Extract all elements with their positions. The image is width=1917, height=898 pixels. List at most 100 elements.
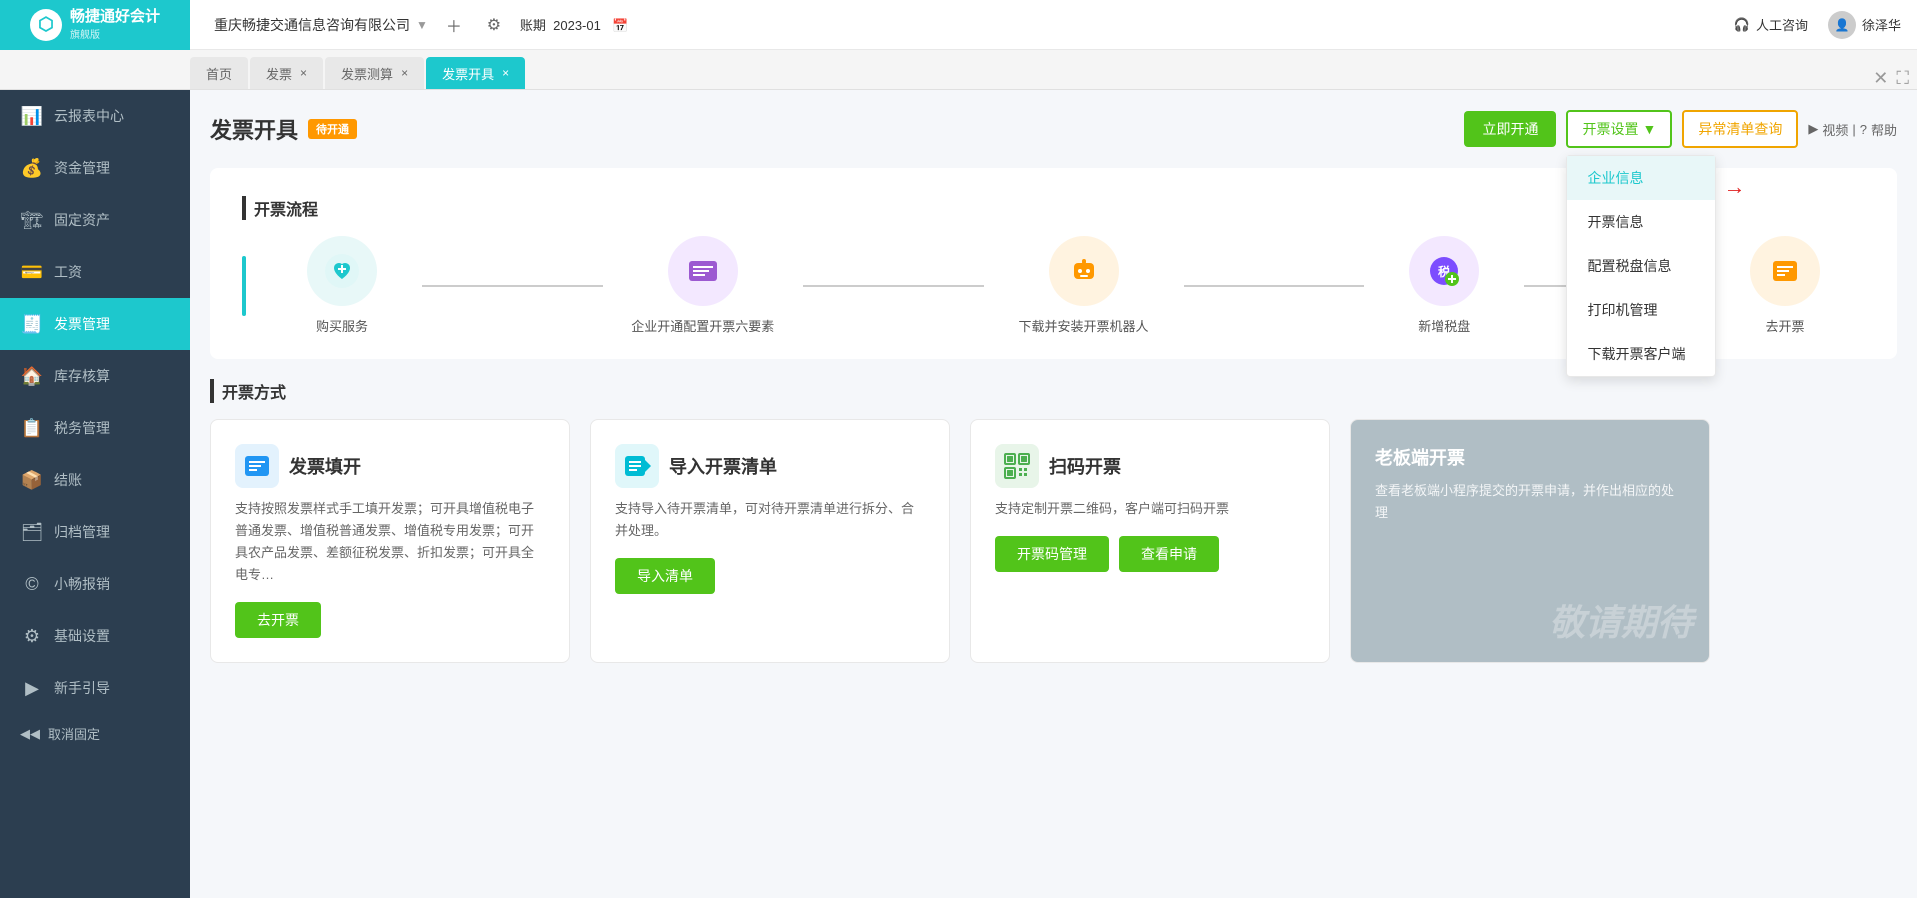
sidebar-item-invoice-mgmt[interactable]: 🧾 发票管理	[0, 298, 190, 350]
salary-icon: 💳	[20, 262, 44, 283]
inventory-icon: 🏠	[20, 366, 44, 387]
sidebar-item-reports[interactable]: 📊 云报表中心	[0, 90, 190, 142]
sidebar-item-settings[interactable]: ⚙ 基础设置	[0, 610, 190, 662]
user-area[interactable]: 👤 徐泽华	[1828, 11, 1901, 39]
sidebar-item-salary-label: 工资	[54, 262, 82, 282]
add-button[interactable]: ＋	[440, 11, 468, 39]
coming-soon-text: 敬请期待	[1549, 594, 1693, 646]
dropdown-item-company-info-label: 企业信息	[1587, 170, 1643, 186]
content-area: 发票开具 待开通 立即开通 开票设置 ▼ 企业信息 →	[190, 90, 1917, 898]
step-download: 下载并安装开票机器人	[984, 236, 1184, 335]
sidebar-bottom-unpin[interactable]: ◀◀ 取消固定	[0, 714, 190, 753]
avatar: 👤	[1828, 11, 1856, 39]
sidebar-item-inventory[interactable]: 🏠 库存核算	[0, 350, 190, 402]
video-help[interactable]: ▶ 视频 | ? 帮助	[1808, 120, 1897, 139]
settings-dropdown-menu: 企业信息 → 开票信息 配置税盘信息 打印机管理 下	[1566, 155, 1716, 377]
step-buy-service: 购买服务	[262, 236, 422, 335]
calendar-icon[interactable]: 📅	[612, 18, 628, 33]
ai-consult-button[interactable]: 🎧 人工咨询	[1734, 15, 1808, 34]
sidebar-item-funds[interactable]: 💰 资金管理	[0, 142, 190, 194]
step-left-bar	[242, 256, 246, 316]
company-name: 重庆畅捷交通信息咨询有限公司	[214, 15, 410, 35]
billing-card-boss: 老板端开票 查看老板端小程序提交的开票申请，并作出相应的处理 敬请期待	[1350, 419, 1710, 663]
billing-card-qr: 扫码开票 支持定制开票二维码，客户端可扫码开票 开票码管理 查看申请	[970, 419, 1330, 663]
dropdown-item-tax-config[interactable]: 配置税盘信息	[1567, 244, 1715, 288]
tab-invoice-issue-close[interactable]: ×	[502, 66, 509, 80]
top-header: ⬡ 畅捷通好会计 旗舰版 重庆畅捷交通信息咨询有限公司 ▼ ＋ ⚙ 账期 202…	[0, 0, 1917, 50]
billing-card-qr-title-text: 扫码开票	[1049, 453, 1121, 479]
billing-card-import-title: 导入开票清单	[615, 444, 925, 488]
sidebar-item-salary[interactable]: 💳 工资	[0, 246, 190, 298]
billing-card-manual-desc: 支持按照发票样式手工填开发票；可开具增值税电子普通发票、增值税普通发票、增值税专…	[235, 498, 545, 586]
app-name: 畅捷通好会计	[70, 8, 160, 26]
invoice-mgmt-icon: 🧾	[20, 314, 44, 335]
company-dropdown-arrow: ▼	[416, 18, 428, 32]
sidebar: 📊 云报表中心 💰 资金管理 🏗 固定资产 💳 工资 🧾 发票管理 🏠 库存核算…	[0, 90, 190, 898]
billing-card-import-btn[interactable]: 导入清单	[615, 558, 715, 594]
main-layout: 📊 云报表中心 💰 资金管理 🏗 固定资产 💳 工资 🧾 发票管理 🏠 库存核算…	[0, 90, 1917, 898]
closing-icon: 📦	[20, 470, 44, 491]
period-label: 账期 2023-01 📅	[520, 15, 628, 34]
sidebar-item-assets[interactable]: 🏗 固定资产	[0, 194, 190, 246]
sidebar-item-funds-label: 资金管理	[54, 158, 110, 178]
question-icon: ?	[1860, 122, 1867, 137]
dropdown-item-download-client[interactable]: 下载开票客户端	[1567, 332, 1715, 376]
billing-card-boss-desc: 查看老板端小程序提交的开票申请，并作出相应的处理	[1375, 480, 1685, 524]
billing-section-title: 开票方式	[210, 379, 1897, 403]
sidebar-item-guide-label: 新手引导	[54, 678, 110, 698]
dropdown-item-printer[interactable]: 打印机管理	[1567, 288, 1715, 332]
tab-invoice-calc[interactable]: 发票测算 ×	[325, 57, 424, 89]
guide-icon: ▶	[20, 678, 44, 699]
billing-card-qr-manage-btn[interactable]: 开票码管理	[995, 536, 1109, 572]
window-close-icon[interactable]: ✕	[1873, 68, 1888, 89]
step-go-invoice: 去开票	[1705, 236, 1865, 335]
billing-cards: 发票填开 支持按照发票样式手工填开发票；可开具增值税电子普通发票、增值税普通发票…	[210, 419, 1897, 663]
sidebar-item-tax[interactable]: 📋 税务管理	[0, 402, 190, 454]
qr-code-svg	[1003, 452, 1031, 480]
step-add-taxdisk: 税 新增税盘	[1364, 236, 1524, 335]
company-selector[interactable]: 重庆畅捷交通信息咨询有限公司 ▼	[214, 15, 428, 35]
billing-card-manual-btn[interactable]: 去开票	[235, 602, 321, 638]
dropdown-item-company-info[interactable]: 企业信息 →	[1567, 156, 1715, 200]
expense-icon: ©	[20, 574, 44, 595]
video-label: 视频	[1822, 120, 1848, 139]
sidebar-item-expense[interactable]: © 小畅报销	[0, 558, 190, 610]
tab-invoice[interactable]: 发票 ×	[250, 57, 323, 89]
step-connector-3	[1184, 285, 1365, 287]
assets-icon: 🏗	[20, 210, 44, 231]
tab-invoice-calc-close[interactable]: ×	[401, 66, 408, 80]
billing-card-manual: 发票填开 支持按照发票样式手工填开发票；可开具增值税电子普通发票、增值税普通发票…	[210, 419, 570, 663]
dropdown-item-invoice-info-label: 开票信息	[1587, 214, 1643, 230]
step-configure-label: 企业开通配置开票六要素	[631, 316, 774, 335]
tab-invoice-issue[interactable]: 发票开具 ×	[426, 57, 525, 89]
sidebar-item-archive[interactable]: 🗂 归档管理	[0, 506, 190, 558]
settings-dropdown-container: 开票设置 ▼ 企业信息 → 开票信息 配置税盘信息	[1566, 110, 1672, 148]
logo-icon: ⬡	[30, 9, 62, 41]
settings-icon[interactable]: ⚙	[480, 11, 508, 39]
window-maximize-icon[interactable]: ⛶	[1896, 68, 1909, 89]
sidebar-item-reports-label: 云报表中心	[54, 106, 124, 126]
archive-icon: 🗂	[20, 522, 44, 543]
sidebar-item-invoice-mgmt-label: 发票管理	[54, 314, 110, 334]
sidebar-item-closing[interactable]: 📦 结账	[0, 454, 190, 506]
billing-card-boss-title: 老板端开票	[1375, 444, 1685, 470]
sidebar-item-guide[interactable]: ▶ 新手引导	[0, 662, 190, 714]
sidebar-item-tax-label: 税务管理	[54, 418, 110, 438]
settings-button[interactable]: 开票设置 ▼	[1566, 110, 1672, 148]
step-configure: 企业开通配置开票六要素	[603, 236, 803, 335]
dropdown-item-invoice-info[interactable]: 开票信息	[1567, 200, 1715, 244]
tab-invoice-close[interactable]: ×	[300, 66, 307, 80]
tab-invoice-label: 发票	[266, 64, 292, 83]
step-connector-1	[422, 285, 603, 287]
tab-home[interactable]: 首页	[190, 57, 248, 89]
billing-section: 开票方式 发票填开	[210, 379, 1897, 663]
billing-card-qr-icon	[995, 444, 1039, 488]
activate-button[interactable]: 立即开通	[1464, 111, 1556, 147]
abnormal-list-button[interactable]: 异常清单查询	[1682, 110, 1798, 148]
billing-card-manual-title-text: 发票填开	[289, 453, 361, 479]
billing-card-qr-view-btn[interactable]: 查看申请	[1119, 536, 1219, 572]
step-go-invoice-icon	[1750, 236, 1820, 306]
billing-card-qr-title: 扫码开票	[995, 444, 1305, 488]
logo-area: ⬡ 畅捷通好会计 旗舰版	[0, 0, 190, 50]
tab-invoice-calc-label: 发票测算	[341, 64, 393, 83]
